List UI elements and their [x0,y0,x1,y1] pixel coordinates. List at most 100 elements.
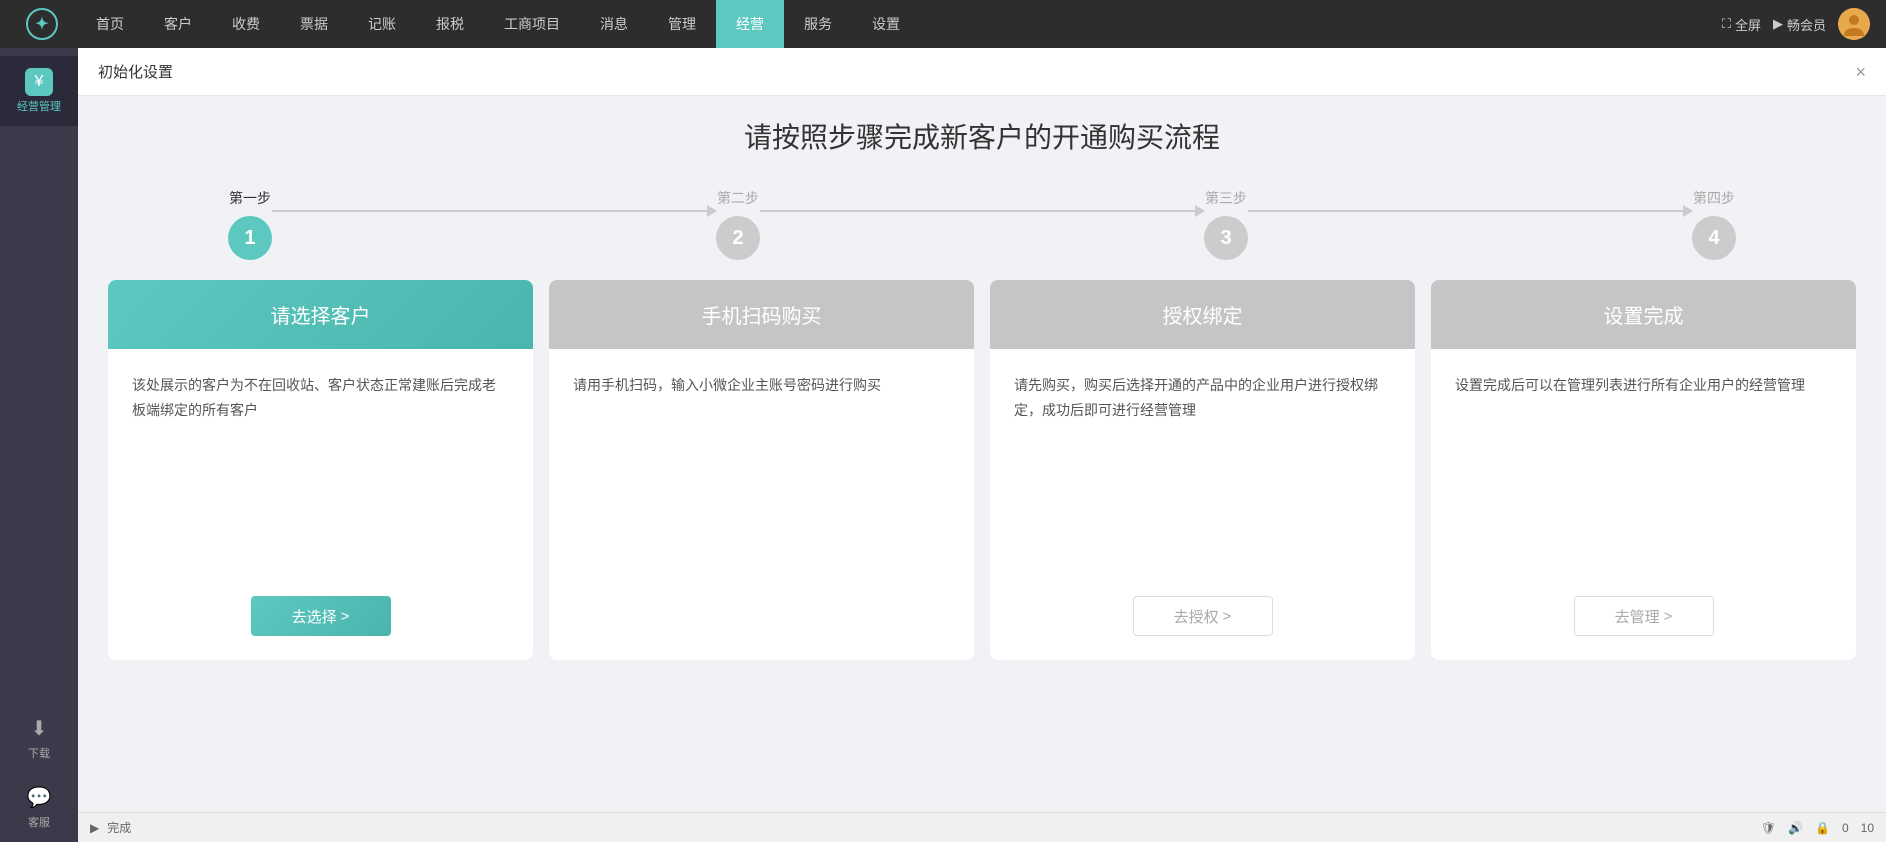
manage-arrow: > [1664,608,1673,625]
close-button[interactable]: × [1855,63,1866,81]
card-title-1: 请选择客户 [271,306,371,328]
card-header-4: 设置完成 [1431,280,1856,349]
avatar-icon [1838,8,1870,40]
logo-icon: ✦ [26,8,58,40]
time-display: 10 [1861,821,1874,835]
manage-label: 去管理 [1615,606,1660,627]
network-status: 0 [1842,821,1849,835]
status-bar-left: ▶ 完成 [90,819,131,836]
volume-icon: 🔊 [1788,821,1803,835]
vip-label: 畅会员 [1787,15,1826,34]
sidebar-download-label: 下载 [28,745,50,761]
nav-items: 首页 客户 收费 票据 记账 报税 工商项目 消息 管理 经营 服务 设置 [76,0,1722,48]
step-circle-3: 3 [1204,216,1248,260]
support-icon: 💬 [27,785,52,810]
logo: ✦ [16,0,68,48]
sidebar-support-label: 客服 [28,814,50,830]
sidebar: ¥ 经营管理 ⬇ 下载 💬 客服 [0,48,78,842]
download-icon: ⬇ [31,716,48,741]
step-circle-1: 1 [228,216,272,260]
vip-icon: ▶ [1773,16,1783,32]
connector-1-2 [272,210,716,212]
card-header-1: 请选择客户 [108,280,533,349]
nav-tax[interactable]: 报税 [416,0,484,48]
nav-right: ⛶ 全屏 ▶ 畅会员 [1722,8,1886,40]
step-circle-4: 4 [1692,216,1736,260]
steps-line: 第一步 1 第二步 2 [228,188,1736,260]
sidebar-item-label-operation: 经营管理 [17,100,61,114]
card-header-3: 授权绑定 [990,280,1415,349]
manage-btn[interactable]: 去管理 > [1574,596,1714,636]
card-title-4: 设置完成 [1604,306,1684,328]
step-card-2: 手机扫码购买 请用手机扫码，输入小微企业主账号密码进行购买 [549,280,974,660]
card-footer-4: 去管理 > [1431,576,1856,660]
card-footer-1: 去选择 > [108,576,533,660]
play-icon: ▶ [90,821,99,835]
card-title-3: 授权绑定 [1163,306,1243,328]
content-header: 初始化设置 × [78,48,1886,96]
nav-home[interactable]: 首页 [76,0,144,48]
step-label-3: 第三步 [1205,188,1247,208]
nav-operation[interactable]: 经营 [716,0,784,48]
shield-icon: 🛡 [1761,821,1776,835]
sidebar-support[interactable]: 💬 客服 [0,773,78,842]
status-bar: ▶ 完成 🛡 🔊 🔒 0 10 [78,812,1886,842]
nav-manage[interactable]: 管理 [648,0,716,48]
authorize-btn[interactable]: 去授权 > [1133,596,1273,636]
select-customer-btn[interactable]: 去选择 > [251,596,391,636]
sidebar-download[interactable]: ⬇ 下载 [0,704,78,773]
authorize-label: 去授权 [1174,606,1219,627]
card-footer-2 [549,616,974,660]
step-circle-2: 2 [716,216,760,260]
connector-3-4 [1248,210,1692,212]
fullscreen-icon: ⛶ [1722,16,1731,32]
step-label-4: 第四步 [1693,188,1735,208]
step-node-2: 第二步 2 [716,188,760,260]
step-card-3: 授权绑定 请先购买，购买后选择开通的产品中的企业用户进行授权绑定，成功后即可进行… [990,280,1415,660]
authorize-arrow: > [1223,608,1232,625]
step-label-2: 第二步 [717,188,759,208]
sidebar-bottom: ⬇ 下载 💬 客服 [0,704,78,842]
card-title-2: 手机扫码购买 [702,306,822,328]
avatar[interactable] [1838,8,1870,40]
cards-row: 请选择客户 该处展示的客户为不在回收站、客户状态正常建账后完成老板端绑定的所有客… [108,280,1856,660]
nav-bookkeeping[interactable]: 记账 [348,0,416,48]
connector-2-3 [760,210,1204,212]
lock-icon: 🔒 [1815,821,1830,835]
sidebar-icon-operation: ¥ [25,68,53,96]
card-header-2: 手机扫码购买 [549,280,974,349]
top-nav: ✦ 首页 客户 收费 票据 记账 报税 工商项目 消息 管理 经营 服务 设置 … [0,0,1886,48]
card-footer-3: 去授权 > [990,576,1415,660]
status-text: 完成 [107,819,131,836]
step-card-4: 设置完成 设置完成后可以在管理列表进行所有企业用户的经营管理 去管理 > [1431,280,1856,660]
card-body-3: 请先购买，购买后选择开通的产品中的企业用户进行授权绑定，成功后即可进行经营管理 [990,349,1415,576]
nav-customer[interactable]: 客户 [144,0,212,48]
sidebar-item-operation[interactable]: ¥ 经营管理 [0,56,78,126]
content-area: 初始化设置 × 请按照步骤完成新客户的开通购买流程 第一步 1 [78,48,1886,842]
step-label-1: 第一步 [229,188,271,208]
main-layout: ¥ 经营管理 ⬇ 下载 💬 客服 初始化设置 × 请按照步骤完成新客户的开通购买… [0,48,1886,842]
nav-service[interactable]: 服务 [784,0,852,48]
select-customer-label: 去选择 [292,606,337,627]
card-body-4: 设置完成后可以在管理列表进行所有企业用户的经营管理 [1431,349,1856,576]
fullscreen-label: 全屏 [1735,15,1761,34]
card-body-2: 请用手机扫码，输入小微企业主账号密码进行购买 [549,349,974,616]
nav-message[interactable]: 消息 [580,0,648,48]
nav-business[interactable]: 工商项目 [484,0,580,48]
page-title: 请按照步骤完成新客户的开通购买流程 [108,116,1856,156]
vip-btn[interactable]: ▶ 畅会员 [1773,15,1826,34]
nav-fee[interactable]: 收费 [212,0,280,48]
fullscreen-btn[interactable]: ⛶ 全屏 [1722,15,1761,34]
step-node-4: 第四步 4 [1692,188,1736,260]
content-title: 初始化设置 [98,61,173,82]
nav-ticket[interactable]: 票据 [280,0,348,48]
main-content: 请按照步骤完成新客户的开通购买流程 第一步 1 [78,96,1886,812]
steps-container: 第一步 1 第二步 2 [108,188,1856,260]
step-node-3: 第三步 3 [1204,188,1248,260]
card-body-1: 该处展示的客户为不在回收站、客户状态正常建账后完成老板端绑定的所有客户 [108,349,533,576]
select-customer-arrow: > [341,608,350,625]
step-node-1: 第一步 1 [228,188,272,260]
nav-settings[interactable]: 设置 [852,0,920,48]
step-card-1: 请选择客户 该处展示的客户为不在回收站、客户状态正常建账后完成老板端绑定的所有客… [108,280,533,660]
status-bar-right: 🛡 🔊 🔒 0 10 [1761,821,1874,835]
